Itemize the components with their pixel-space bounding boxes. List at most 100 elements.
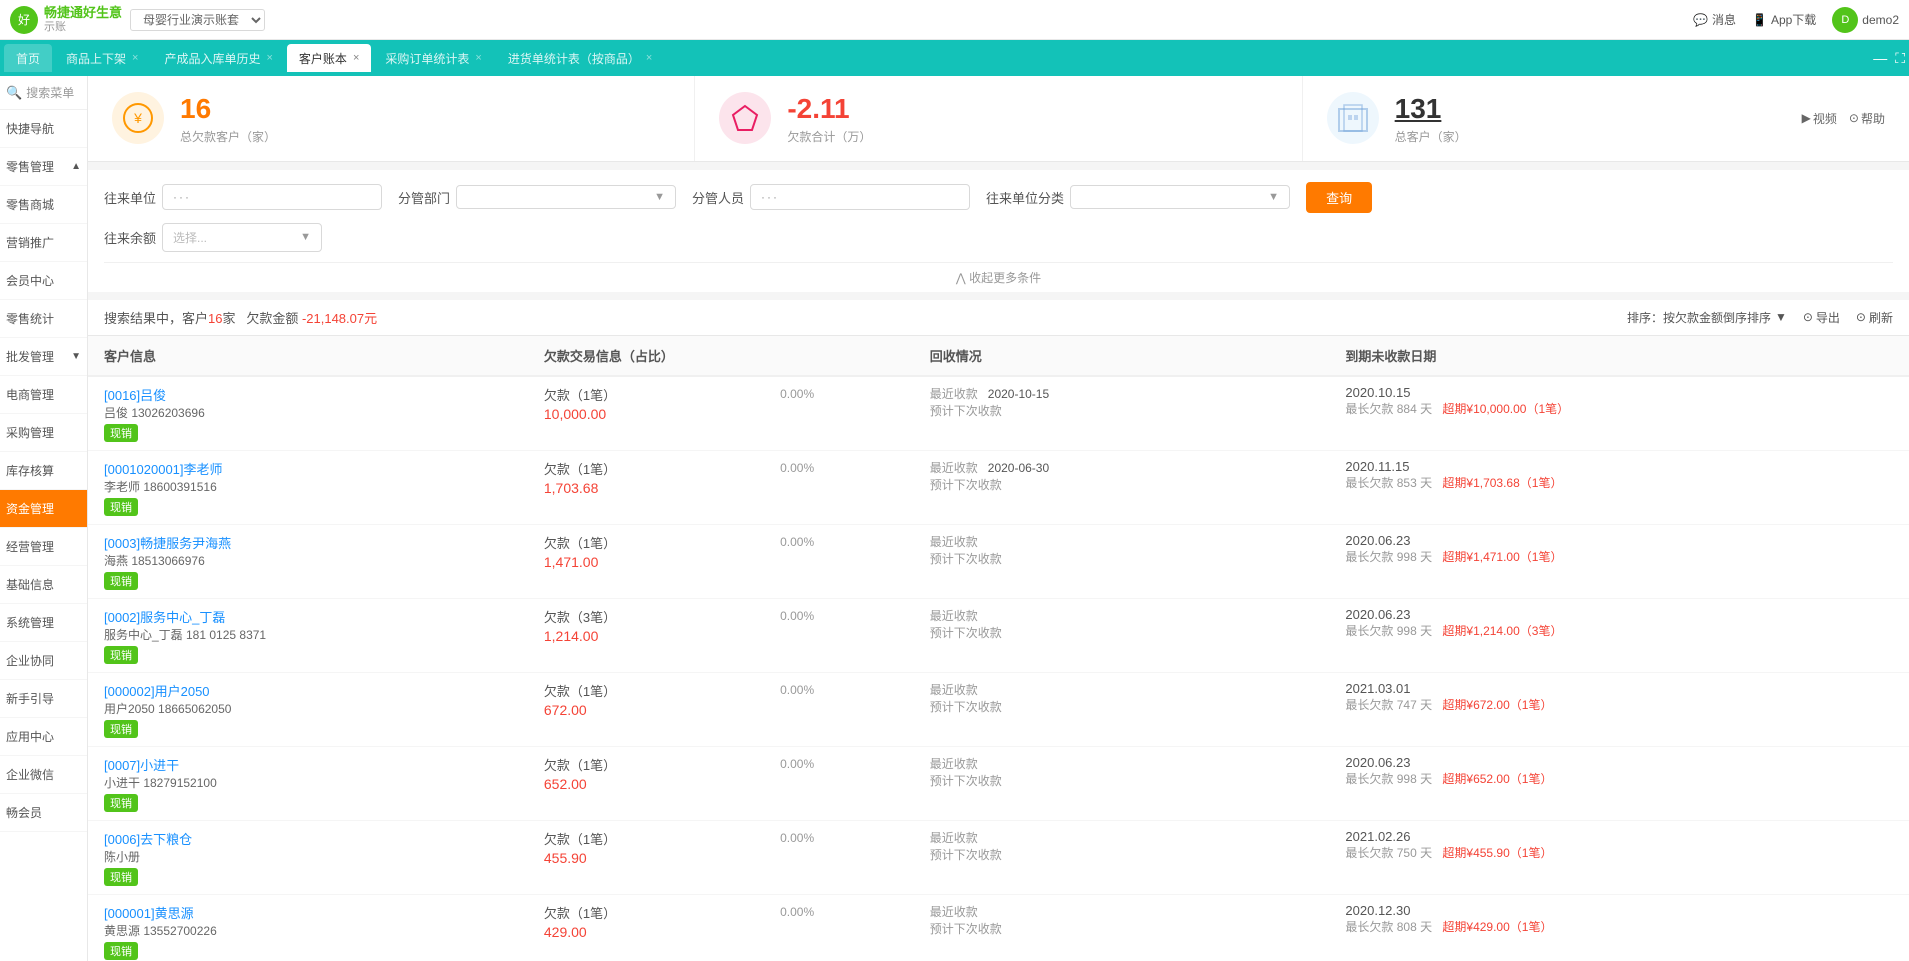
- person-input[interactable]: ···: [750, 184, 970, 210]
- debt-amount[interactable]: 672.00: [544, 702, 748, 718]
- overdue-link[interactable]: 超期¥652.00（1笔）: [1442, 772, 1552, 786]
- tab-production-history[interactable]: 产成品入库单历史 ×: [152, 44, 284, 72]
- basic-info-label: 基础信息: [6, 576, 54, 593]
- search-label: 搜索菜单: [26, 84, 74, 101]
- debt-ratio: 0.00%: [780, 831, 898, 845]
- customer-name[interactable]: [000001]黄思源: [104, 903, 512, 922]
- debt-amount[interactable]: 10,000.00: [544, 406, 748, 422]
- customer-cell: [000001]黄思源 黄思源 13552700226 现销: [88, 894, 528, 961]
- customer-cell: [0003]畅捷服务尹海燕 海燕 18513066976 现销: [88, 524, 528, 598]
- refresh-action[interactable]: ⊙ 刷新: [1856, 309, 1893, 326]
- debt-amount[interactable]: 1,214.00: [544, 628, 748, 644]
- customer-phone: 海燕 18513066976: [104, 552, 512, 569]
- sidebar-item-enterprise[interactable]: 企业协同: [0, 642, 87, 680]
- show-mode: 示账: [44, 21, 122, 34]
- customer-phone: 服务中心_丁磊 181 0125 8371: [104, 626, 512, 643]
- sidebar-item-app-center[interactable]: 应用中心: [0, 718, 87, 756]
- app-center-label: 应用中心: [6, 728, 54, 745]
- debt-amount[interactable]: 1,703.68: [544, 480, 748, 496]
- sidebar-item-member[interactable]: 会员中心: [0, 262, 87, 300]
- sidebar-item-business[interactable]: 经营管理: [0, 528, 87, 566]
- export-label: 导出: [1816, 309, 1840, 326]
- close-icon[interactable]: ×: [353, 52, 359, 64]
- overdue-link[interactable]: 超期¥455.90（1笔）: [1442, 846, 1552, 860]
- next-collect: 预计下次收款: [930, 698, 1241, 715]
- debt-count: 欠款（1笔）: [544, 385, 748, 404]
- collapse-filter-btn[interactable]: ⋀ 收起更多条件: [104, 262, 1893, 292]
- user-action[interactable]: D demo2: [1832, 7, 1899, 33]
- overdue-link[interactable]: 超期¥1,703.68（1笔）: [1442, 476, 1562, 490]
- wholesale-label: 批发管理: [6, 348, 54, 365]
- table-row: [0002]服务中心_丁磊 服务中心_丁磊 181 0125 8371 现销 欠…: [88, 598, 1909, 672]
- debt-amount[interactable]: 455.90: [544, 850, 748, 866]
- overdue-link[interactable]: 超期¥10,000.00（1笔）: [1442, 402, 1569, 416]
- customer-name[interactable]: [000002]用户2050: [104, 681, 512, 700]
- sidebar-item-newbie[interactable]: 新手引导: [0, 680, 87, 718]
- customer-name[interactable]: [0003]畅捷服务尹海燕: [104, 533, 512, 552]
- overdue-link[interactable]: 超期¥1,214.00（3笔）: [1442, 624, 1562, 638]
- source-unit-input[interactable]: ···: [162, 184, 382, 210]
- sidebar-item-finance[interactable]: 资金管理: [0, 490, 87, 528]
- stat-card-debt-customers: ¥ 16 总欠款客户（家）: [88, 76, 695, 161]
- tab-customer-account[interactable]: 客户账本 ×: [287, 44, 371, 72]
- query-button[interactable]: 查询: [1306, 182, 1372, 213]
- sidebar-item-basic-info[interactable]: 基础信息: [0, 566, 87, 604]
- sidebar-search[interactable]: 🔍 搜索菜单: [0, 76, 87, 110]
- debt-info-cell: 欠款（1笔） 672.00: [528, 672, 764, 746]
- overdue-link[interactable]: 超期¥672.00（1笔）: [1442, 698, 1552, 712]
- sort-selector[interactable]: 排序：按欠款金额倒序排序 ▼: [1627, 309, 1787, 326]
- tab-goods-stats[interactable]: 进货单统计表（按商品） ×: [496, 44, 664, 72]
- overdue-link[interactable]: 超期¥1,471.00（1笔）: [1442, 550, 1562, 564]
- close-icon[interactable]: ×: [646, 52, 652, 64]
- debt-total-amount: -2.11: [787, 92, 871, 126]
- customer-name[interactable]: [0006]去下粮仓: [104, 829, 512, 848]
- debt-amount[interactable]: 429.00: [544, 924, 748, 940]
- sidebar-item-inventory[interactable]: 库存核算: [0, 452, 87, 490]
- customer-count: 16: [208, 311, 222, 326]
- app-download-action[interactable]: 📱 App下载: [1752, 11, 1816, 28]
- sidebar-item-member2[interactable]: 畅会员: [0, 794, 87, 832]
- collect-empty: [1257, 746, 1330, 820]
- sidebar-item-retail-mgmt[interactable]: 零售管理 ▲: [0, 148, 87, 186]
- tab-purchase-stats[interactable]: 采购订单统计表 ×: [373, 44, 493, 72]
- sidebar-item-wechat[interactable]: 企业微信: [0, 756, 87, 794]
- sidebar-item-system[interactable]: 系统管理: [0, 604, 87, 642]
- sidebar-item-quick-nav[interactable]: 快捷导航: [0, 110, 87, 148]
- balance-select[interactable]: 选择... ▼: [162, 223, 322, 252]
- last-collect: 最近收款: [930, 681, 1241, 698]
- sidebar-item-ecommerce[interactable]: 电商管理: [0, 376, 87, 414]
- close-icon[interactable]: ×: [266, 52, 272, 64]
- tab-home[interactable]: 首页: [4, 44, 52, 72]
- help-action[interactable]: ⊙ 帮助: [1849, 110, 1885, 127]
- debt-ratio-cell: 0.00%: [764, 524, 914, 598]
- close-icon[interactable]: ×: [132, 52, 138, 64]
- minimize-icon[interactable]: —: [1873, 50, 1887, 66]
- retail-shop-label: 零售商城: [6, 196, 54, 213]
- app-name: 畅捷通好生意: [44, 5, 122, 21]
- sidebar-item-purchase[interactable]: 采购管理: [0, 414, 87, 452]
- table-row: [0006]去下粮仓 陈小册 现销 欠款（1笔） 455.90 0.00% 最近…: [88, 820, 1909, 894]
- video-action[interactable]: ▶ 视频: [1802, 110, 1837, 127]
- tab-product-listing[interactable]: 商品上下架 ×: [54, 44, 150, 72]
- debt-amount[interactable]: 652.00: [544, 776, 748, 792]
- sidebar-item-marketing[interactable]: 营销推广: [0, 224, 87, 262]
- sidebar-item-wholesale[interactable]: 批发管理 ▼: [0, 338, 87, 376]
- sidebar-item-retail-shop[interactable]: 零售商城: [0, 186, 87, 224]
- customer-name[interactable]: [0007]小进干: [104, 755, 512, 774]
- dept-select[interactable]: ▼: [456, 185, 676, 209]
- customer-name[interactable]: [0001020001]李老师: [104, 459, 512, 478]
- customer-name[interactable]: [0002]服务中心_丁磊: [104, 607, 512, 626]
- customer-phone: 吕俊 13026203696: [104, 404, 512, 421]
- close-icon[interactable]: ×: [475, 52, 481, 64]
- system-label: 系统管理: [6, 614, 54, 631]
- overdue-link[interactable]: 超期¥429.00（1笔）: [1442, 920, 1552, 934]
- customer-name[interactable]: [0016]吕俊: [104, 385, 512, 404]
- export-action[interactable]: ⊙ 导出: [1803, 309, 1840, 326]
- industry-selector[interactable]: 母婴行业演示账套: [130, 9, 265, 31]
- debt-amount[interactable]: 1,471.00: [544, 554, 748, 570]
- customer-badge: 现销: [104, 572, 138, 590]
- maximize-icon[interactable]: ⛶: [1895, 50, 1905, 67]
- message-action[interactable]: 💬 消息: [1693, 11, 1736, 28]
- unit-category-select[interactable]: ▼: [1070, 185, 1290, 209]
- sidebar-item-retail-stats[interactable]: 零售统计: [0, 300, 87, 338]
